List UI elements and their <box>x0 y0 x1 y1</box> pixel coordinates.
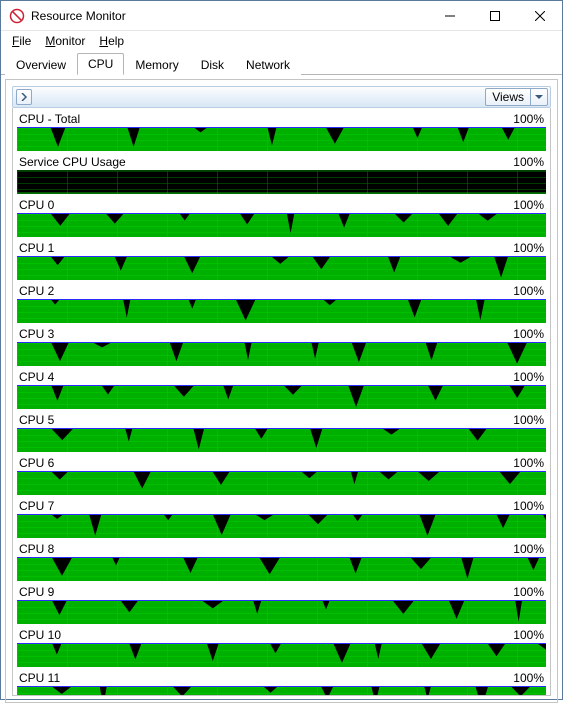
tab-disk[interactable]: Disk <box>190 54 235 75</box>
tab-cpu[interactable]: CPU <box>77 53 124 75</box>
graph-canvas <box>17 342 546 366</box>
app-icon <box>9 8 25 24</box>
graph-header: CPU 5 100% <box>17 413 546 428</box>
graph-block: CPU 0 100% <box>17 198 546 237</box>
graph-label: CPU 5 <box>19 413 54 427</box>
menu-help[interactable]: Help <box>92 32 131 50</box>
views-button[interactable]: Views <box>485 88 530 106</box>
graph-label: CPU 9 <box>19 585 54 599</box>
graph-block: CPU 2 100% <box>17 284 546 323</box>
graph-scale: 100% <box>513 327 544 341</box>
graph-canvas <box>17 385 546 409</box>
graph-canvas <box>17 256 546 280</box>
menubar: File Monitor Help <box>1 31 562 51</box>
graph-block: Service CPU Usage 100% <box>17 155 546 194</box>
graph-canvas <box>17 170 546 194</box>
graph-toolbar: Views <box>12 86 551 108</box>
graph-list[interactable]: CPU - Total100%Service CPU Usage100%CPU … <box>12 108 551 696</box>
graph-label: CPU 2 <box>19 284 54 298</box>
graph-label: CPU 4 <box>19 370 54 384</box>
graph-header: CPU 10 100% <box>17 628 546 643</box>
window-title: Resource Monitor <box>31 9 427 23</box>
graph-label: CPU - Total <box>19 112 80 126</box>
graph-block: CPU 10 100% <box>17 628 546 667</box>
graph-header: CPU - Total 100% <box>17 112 546 127</box>
graph-block: CPU 11 100% <box>17 671 546 696</box>
graph-scale: 100% <box>513 628 544 642</box>
graph-block: CPU 7 100% <box>17 499 546 538</box>
graph-canvas <box>17 600 546 624</box>
graph-canvas <box>17 299 546 323</box>
graph-scale: 100% <box>513 542 544 556</box>
graph-header: CPU 6 100% <box>17 456 546 471</box>
maximize-button[interactable] <box>472 1 517 30</box>
graph-header: CPU 3 100% <box>17 327 546 342</box>
graph-block: CPU - Total 100% <box>17 112 546 151</box>
graph-header: CPU 1 100% <box>17 241 546 256</box>
window-controls <box>427 1 562 30</box>
graph-block: CPU 8 100% <box>17 542 546 581</box>
content-pane: Views CPU - Total 100% Service CPU Usage 10… <box>5 79 558 703</box>
graph-block: CPU 4 100% <box>17 370 546 409</box>
graph-label: CPU 0 <box>19 198 54 212</box>
graph-canvas <box>17 514 546 538</box>
graph-header: CPU 8 100% <box>17 542 546 557</box>
graph-canvas <box>17 557 546 581</box>
graph-scale: 100% <box>513 241 544 255</box>
graph-canvas <box>17 643 546 667</box>
graph-canvas <box>17 471 546 495</box>
graph-header: CPU 11 100% <box>17 671 546 686</box>
graph-scale: 100% <box>513 112 544 126</box>
graph-canvas <box>17 213 546 237</box>
collapse-button[interactable] <box>16 89 32 105</box>
graph-label: CPU 11 <box>19 671 60 685</box>
graph-label: Service CPU Usage <box>19 155 126 169</box>
graph-canvas <box>17 127 546 151</box>
graph-label: CPU 1 <box>19 241 54 255</box>
menu-file[interactable]: File <box>5 32 38 50</box>
graph-scale: 100% <box>513 671 544 685</box>
graph-label: CPU 8 <box>19 542 54 556</box>
graph-header: Service CPU Usage 100% <box>17 155 546 170</box>
chevron-down-icon <box>535 93 543 101</box>
graph-scale: 100% <box>513 456 544 470</box>
graph-block: CPU 1 100% <box>17 241 546 280</box>
graph-header: CPU 9 100% <box>17 585 546 600</box>
graph-canvas <box>17 686 546 696</box>
graph-canvas <box>17 428 546 452</box>
chevron-right-icon <box>20 93 28 101</box>
graph-block: CPU 9 100% <box>17 585 546 624</box>
menu-monitor[interactable]: Monitor <box>38 32 92 50</box>
graph-header: CPU 0 100% <box>17 198 546 213</box>
graph-label: CPU 3 <box>19 327 54 341</box>
graph-label: CPU 7 <box>19 499 54 513</box>
tab-network[interactable]: Network <box>235 54 301 75</box>
graph-label: CPU 10 <box>19 628 61 642</box>
minimize-button[interactable] <box>427 1 472 30</box>
graph-scale: 100% <box>513 370 544 384</box>
titlebar: Resource Monitor <box>1 1 562 31</box>
graph-header: CPU 7 100% <box>17 499 546 514</box>
graph-block: CPU 3 100% <box>17 327 546 366</box>
views-dropdown[interactable] <box>530 88 548 106</box>
graph-header: CPU 2 100% <box>17 284 546 299</box>
graph-scale: 100% <box>513 284 544 298</box>
graph-scale: 100% <box>513 499 544 513</box>
graph-scale: 100% <box>513 198 544 212</box>
graph-block: CPU 5 100% <box>17 413 546 452</box>
tab-overview[interactable]: Overview <box>5 54 77 75</box>
close-button[interactable] <box>517 1 562 30</box>
graph-header: CPU 4 100% <box>17 370 546 385</box>
graph-scale: 100% <box>513 585 544 599</box>
graph-label: CPU 6 <box>19 456 54 470</box>
graph-block: CPU 6 100% <box>17 456 546 495</box>
tab-memory[interactable]: Memory <box>124 54 189 75</box>
graph-scale: 100% <box>513 413 544 427</box>
graph-scale: 100% <box>513 155 544 169</box>
tabstrip: Overview CPU Memory Disk Network <box>1 53 562 75</box>
